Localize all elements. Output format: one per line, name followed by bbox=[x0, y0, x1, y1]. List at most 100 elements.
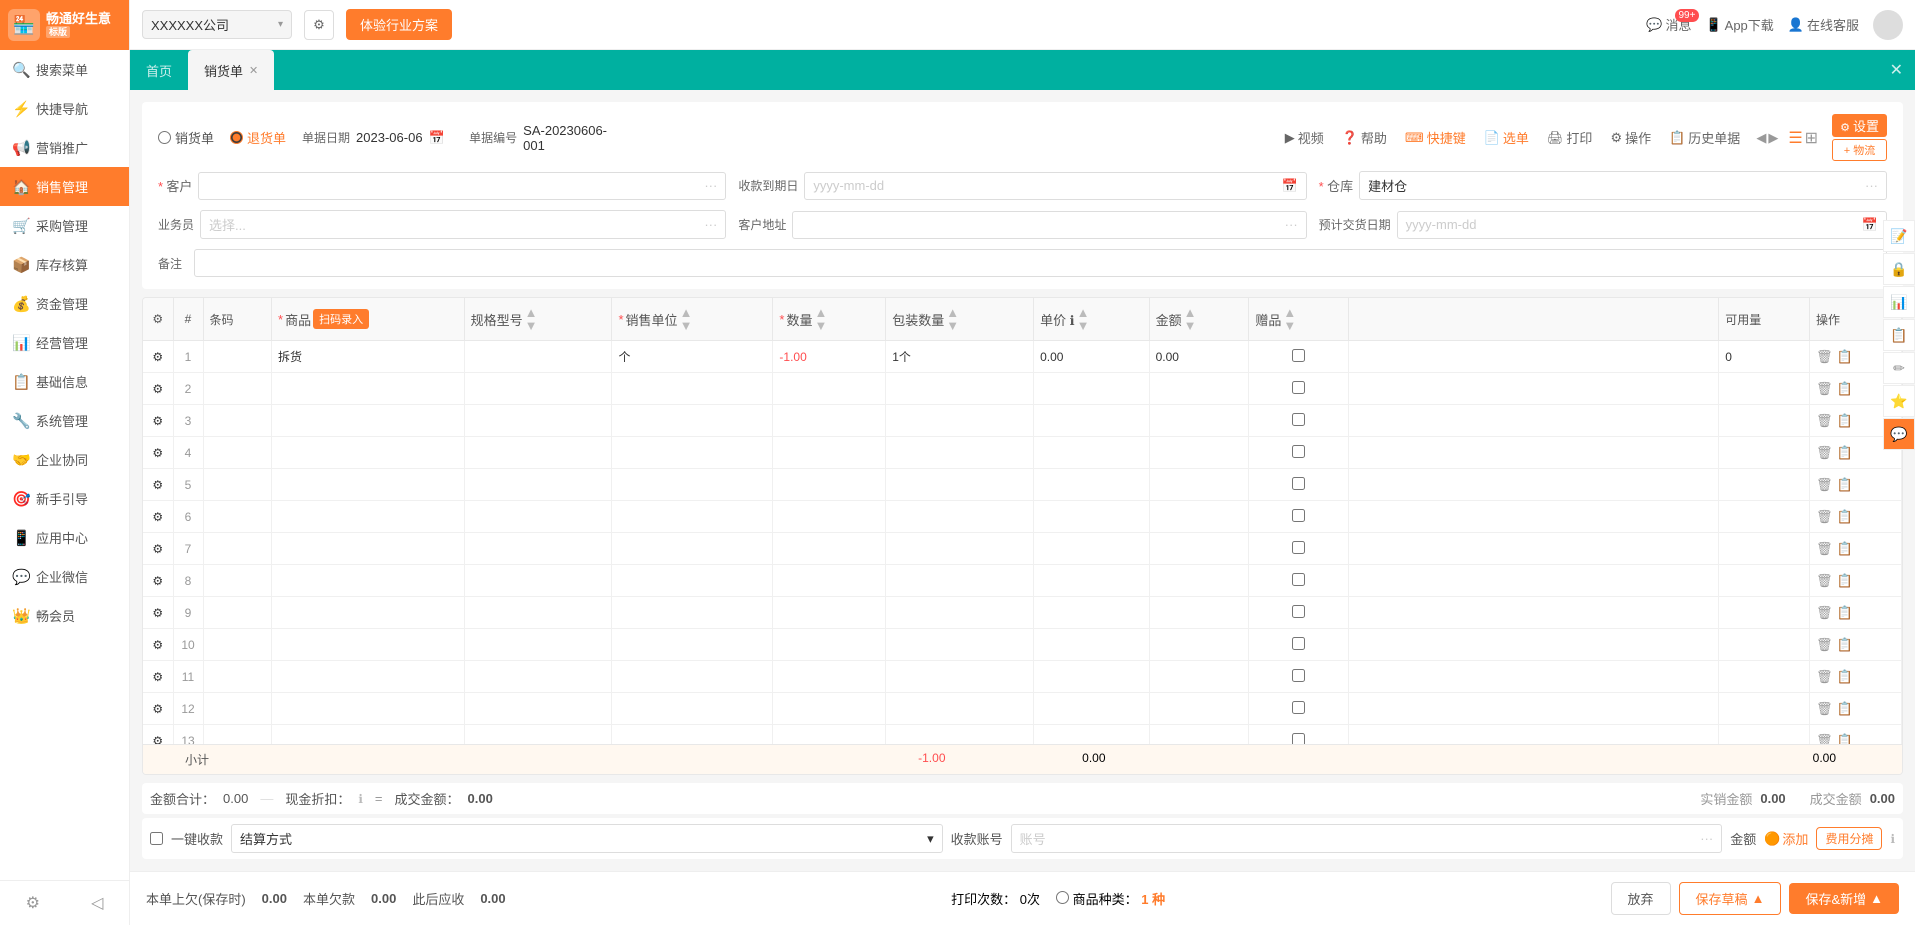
save-draft-btn[interactable]: 保存草稿 ▲ bbox=[1679, 882, 1782, 915]
side-action-2[interactable]: 🔒 bbox=[1883, 253, 1915, 285]
row-product[interactable] bbox=[272, 661, 465, 693]
row-unit-price[interactable] bbox=[1034, 437, 1150, 469]
table-scroll[interactable]: ⚙ # 条码 *商品 扫码录入 规格型号▲▼ bbox=[143, 298, 1902, 744]
row-amount[interactable] bbox=[1149, 373, 1249, 405]
row-barcode[interactable] bbox=[203, 469, 272, 501]
add-payment-btn[interactable]: 🟠 添加 bbox=[1764, 829, 1808, 848]
row-product[interactable] bbox=[272, 469, 465, 501]
delete-row-icon[interactable]: 🗑 bbox=[1816, 669, 1833, 685]
account-input[interactable]: 账号 ··· bbox=[1011, 824, 1723, 853]
row-barcode[interactable] bbox=[203, 501, 272, 533]
row-gift[interactable] bbox=[1249, 437, 1349, 469]
row-unit[interactable] bbox=[612, 725, 773, 745]
row-unit-price[interactable] bbox=[1034, 661, 1150, 693]
row-barcode[interactable] bbox=[203, 597, 272, 629]
scan-input-btn[interactable]: 扫码录入 bbox=[313, 309, 369, 329]
row-gear[interactable]: ⚙ bbox=[143, 693, 173, 725]
row-notes[interactable] bbox=[1349, 469, 1719, 501]
row-gift[interactable] bbox=[1249, 405, 1349, 437]
row-gear[interactable]: ⚙ bbox=[143, 533, 173, 565]
user-avatar[interactable] bbox=[1873, 10, 1903, 40]
row-amount[interactable] bbox=[1149, 597, 1249, 629]
row-gift[interactable] bbox=[1249, 693, 1349, 725]
prev-record-btn[interactable]: ◀ bbox=[1756, 130, 1766, 146]
date-calendar-icon[interactable]: 📅 bbox=[429, 130, 445, 146]
row-unit[interactable]: 个 bbox=[612, 341, 773, 373]
row-spec[interactable] bbox=[464, 341, 612, 373]
row-gift[interactable] bbox=[1249, 341, 1349, 373]
row-unit-price[interactable] bbox=[1034, 565, 1150, 597]
copy-row-icon[interactable]: 📋 bbox=[1836, 605, 1852, 621]
row-spec[interactable] bbox=[464, 661, 612, 693]
remark-input[interactable] bbox=[194, 249, 1887, 277]
sidebar-item-sales[interactable]: 🏠 销售管理 bbox=[0, 167, 129, 206]
fee-help-icon[interactable]: ℹ bbox=[1890, 832, 1895, 846]
row-amount[interactable] bbox=[1149, 661, 1249, 693]
row-spec[interactable] bbox=[464, 629, 612, 661]
customer-address-input[interactable]: ··· bbox=[792, 211, 1306, 239]
row-gear[interactable]: ⚙ bbox=[143, 373, 173, 405]
row-gear[interactable]: ⚙ bbox=[143, 469, 173, 501]
copy-row-icon[interactable]: 📋 bbox=[1836, 573, 1852, 589]
row-pack-qty[interactable] bbox=[886, 629, 1034, 661]
message-btn[interactable]: 💬 消息 99+ bbox=[1646, 15, 1691, 34]
row-quantity[interactable] bbox=[773, 565, 886, 597]
row-unit-price[interactable]: 0.00 bbox=[1034, 341, 1150, 373]
logistics-btn[interactable]: + 物流 bbox=[1832, 139, 1887, 161]
shortcut-btn[interactable]: ⌨ 快捷键 bbox=[1399, 126, 1472, 149]
row-quantity[interactable] bbox=[773, 629, 886, 661]
row-unit-price[interactable] bbox=[1034, 629, 1150, 661]
row-notes[interactable] bbox=[1349, 565, 1719, 597]
row-unit[interactable] bbox=[612, 469, 773, 501]
row-unit[interactable] bbox=[612, 373, 773, 405]
delete-row-icon[interactable]: 🗑 bbox=[1816, 541, 1833, 557]
copy-row-icon[interactable]: 📋 bbox=[1836, 733, 1852, 745]
discard-btn[interactable]: 放弃 bbox=[1611, 882, 1671, 915]
row-barcode[interactable] bbox=[203, 373, 272, 405]
print-btn[interactable]: 🖨 打印 bbox=[1541, 126, 1599, 149]
row-spec[interactable] bbox=[464, 565, 612, 597]
row-gift[interactable] bbox=[1249, 597, 1349, 629]
row-notes[interactable] bbox=[1349, 373, 1719, 405]
row-pack-qty[interactable] bbox=[886, 693, 1034, 725]
delete-row-icon[interactable]: 🗑 bbox=[1816, 381, 1833, 397]
row-barcode[interactable] bbox=[203, 725, 272, 745]
row-amount[interactable] bbox=[1149, 533, 1249, 565]
row-pack-qty[interactable] bbox=[886, 501, 1034, 533]
collection-date-input[interactable]: yyyy-mm-dd 📅 bbox=[804, 172, 1306, 200]
row-spec[interactable] bbox=[464, 693, 612, 725]
row-barcode[interactable] bbox=[203, 405, 272, 437]
row-product[interactable] bbox=[272, 437, 465, 469]
template-btn[interactable]: 📄 选单 bbox=[1478, 126, 1535, 149]
row-amount[interactable] bbox=[1149, 437, 1249, 469]
side-action-5[interactable]: ✏ bbox=[1883, 352, 1915, 384]
row-product[interactable] bbox=[272, 501, 465, 533]
row-unit[interactable] bbox=[612, 629, 773, 661]
row-notes[interactable] bbox=[1349, 629, 1719, 661]
row-spec[interactable] bbox=[464, 373, 612, 405]
row-unit-price[interactable] bbox=[1034, 405, 1150, 437]
delivery-date-input[interactable]: yyyy-mm-dd 📅 bbox=[1397, 211, 1887, 239]
delete-row-icon[interactable]: 🗑 bbox=[1816, 637, 1833, 653]
row-unit-price[interactable] bbox=[1034, 725, 1150, 745]
radio-return-label[interactable]: 退货单 bbox=[230, 128, 286, 147]
row-notes[interactable] bbox=[1349, 661, 1719, 693]
row-amount[interactable] bbox=[1149, 565, 1249, 597]
sidebar-item-management[interactable]: 📊 经营管理 bbox=[0, 323, 129, 362]
delete-row-icon[interactable]: 🗑 bbox=[1816, 509, 1833, 525]
copy-row-icon[interactable]: 📋 bbox=[1836, 349, 1852, 365]
delete-row-icon[interactable]: 🗑 bbox=[1816, 445, 1833, 461]
row-pack-qty[interactable] bbox=[886, 533, 1034, 565]
sidebar-item-collab[interactable]: 🤝 企业协同 bbox=[0, 440, 129, 479]
delete-row-icon[interactable]: 🗑 bbox=[1816, 733, 1833, 745]
save-new-btn[interactable]: 保存&新增 ▲ bbox=[1789, 883, 1899, 914]
row-amount[interactable] bbox=[1149, 469, 1249, 501]
row-pack-qty[interactable]: 1个 bbox=[886, 341, 1034, 373]
row-notes[interactable] bbox=[1349, 597, 1719, 629]
row-product[interactable] bbox=[272, 373, 465, 405]
row-spec[interactable] bbox=[464, 597, 612, 629]
row-quantity[interactable] bbox=[773, 373, 886, 405]
copy-row-icon[interactable]: 📋 bbox=[1836, 637, 1852, 653]
online-service-btn[interactable]: 👤 在线客服 bbox=[1788, 15, 1859, 34]
delivery-date-calendar-icon[interactable]: 📅 bbox=[1862, 217, 1878, 233]
